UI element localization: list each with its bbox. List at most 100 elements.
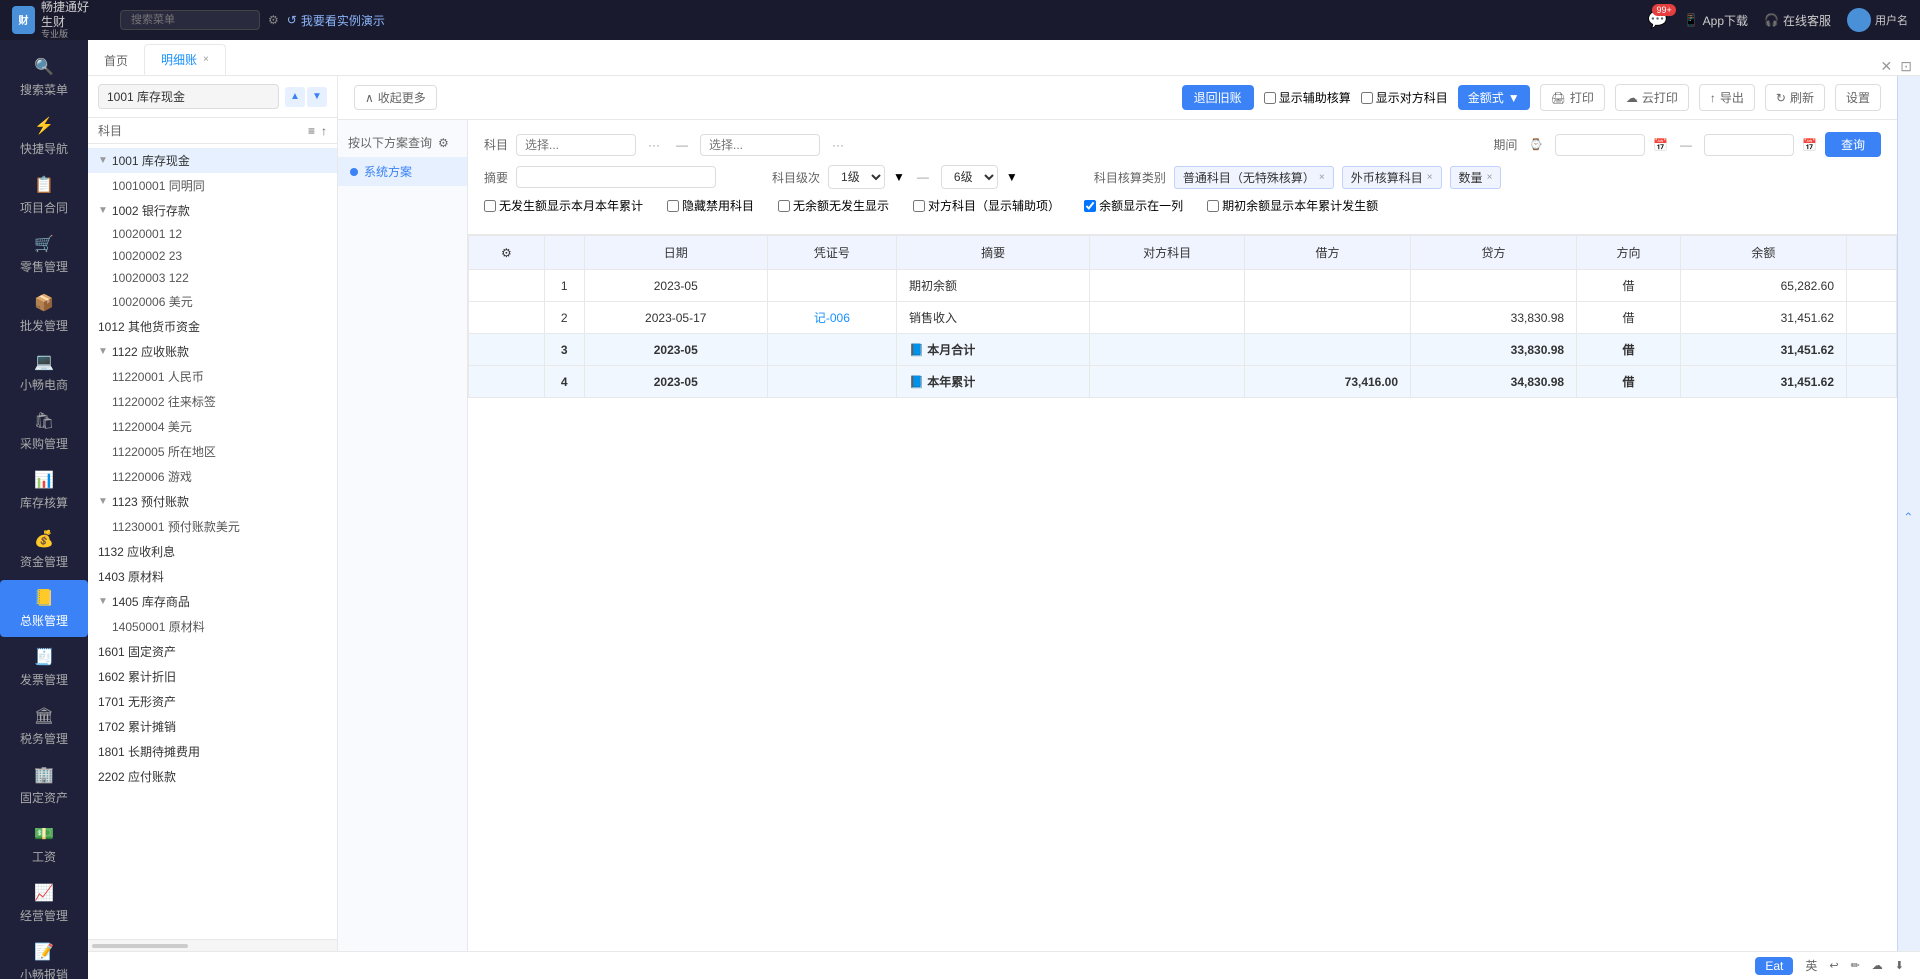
window-maximize-icon[interactable]: ⊡ (1900, 58, 1912, 75)
tree-item-1702[interactable]: 1702 累计摊销 (88, 714, 337, 739)
tab-close-icon[interactable]: × (203, 54, 209, 65)
tree-item-11230001[interactable]: 11230001 预付账款美元 (88, 514, 337, 539)
tree-item-11220001[interactable]: 11220001 人民币 (88, 364, 337, 389)
sidebar-item-purchase[interactable]: 🛍 采购管理 (0, 403, 88, 460)
tree-scrollbar[interactable] (88, 939, 337, 951)
download-icon[interactable]: ⬇ (1895, 959, 1904, 972)
cell-voucher-2[interactable]: 记-006 (767, 302, 896, 334)
expand-more-btn[interactable]: ∧ 收起更多 (354, 85, 437, 110)
settings-btn[interactable]: 设置 (1835, 84, 1881, 111)
user-avatar[interactable]: 用户名 (1847, 8, 1908, 32)
tree-item-11220005[interactable]: 11220005 所在地区 (88, 439, 337, 464)
sidebar-item-ecommerce[interactable]: 💻 小畅电商 (0, 344, 88, 401)
check-balance-col[interactable]: 余额显示在一列 (1084, 197, 1183, 214)
tag-normal[interactable]: 普通科目（无特殊核算） × (1174, 166, 1334, 189)
refresh-btn[interactable]: ↻ 刷新 (1765, 84, 1825, 111)
check-hide-disabled-input[interactable] (667, 200, 679, 212)
query-settings-icon[interactable]: ⚙ (438, 136, 449, 150)
tree-item-10020003[interactable]: 10020003 122 (88, 267, 337, 289)
col-settings[interactable]: ⚙ (469, 236, 545, 270)
search-input[interactable] (120, 10, 260, 30)
summary-input[interactable] (516, 166, 716, 188)
tree-item-10020006[interactable]: 10020006 美元 (88, 289, 337, 314)
sidebar-item-operations[interactable]: 📈 经营管理 (0, 875, 88, 932)
tree-item-1602[interactable]: 1602 累计折旧 (88, 664, 337, 689)
show-auxiliary-check[interactable]: 显示辅助核算 (1264, 89, 1351, 106)
check-opening-input[interactable] (1207, 200, 1219, 212)
settings-icon[interactable]: ⚙ (268, 13, 279, 27)
tree-item-1012[interactable]: 1012 其他货币资金 (88, 314, 337, 339)
subject-end-input[interactable] (700, 134, 820, 156)
sidebar-item-report[interactable]: 📝 小畅报销 (0, 934, 88, 979)
tree-item-11220004[interactable]: 11220004 美元 (88, 414, 337, 439)
tree-item-10020002[interactable]: 10020002 23 (88, 245, 337, 267)
tree-item-1001[interactable]: ▼ 1001 库存现金 (88, 148, 337, 173)
online-service-btn[interactable]: 🎧 在线客服 (1764, 12, 1831, 29)
tree-item-1122[interactable]: ▼ 1122 应收账款 (88, 339, 337, 364)
window-close-icon[interactable]: ✕ (1881, 58, 1893, 75)
check-no-balance2-input[interactable] (778, 200, 790, 212)
tree-item-1601[interactable]: 1601 固定资产 (88, 639, 337, 664)
print-btn[interactable]: 🖨 打印 (1540, 84, 1605, 111)
sidebar-item-assets[interactable]: 🏢 固定资产 (0, 757, 88, 814)
tree-item-1701[interactable]: 1701 无形资产 (88, 689, 337, 714)
return-btn[interactable]: 退回旧账 (1182, 85, 1254, 110)
level-end-select[interactable]: 6级 (941, 165, 998, 189)
nav-down-btn[interactable]: ▼ (307, 87, 327, 107)
check-hide-disabled[interactable]: 隐藏禁用科目 (667, 197, 754, 214)
tag-foreign[interactable]: 外币核算科目 × (1342, 166, 1442, 189)
subject-input[interactable] (516, 134, 636, 156)
tree-item-1405[interactable]: ▼ 1405 库存商品 (88, 589, 337, 614)
sidebar-item-search[interactable]: 🔍 搜索菜单 (0, 49, 88, 106)
sidebar-item-wholesale[interactable]: 📦 批发管理 (0, 285, 88, 342)
sidebar-item-salary[interactable]: 💵 工资 (0, 816, 88, 873)
message-btn[interactable]: 💬 99+ (1648, 10, 1668, 30)
cloud-print-btn[interactable]: ☁ 云打印 (1615, 84, 1689, 111)
tree-item-14050001[interactable]: 14050001 原材料 (88, 614, 337, 639)
sidebar-item-ledger[interactable]: 📒 总账管理 (0, 580, 88, 637)
tree-item-11220006[interactable]: 11220006 游戏 (88, 464, 337, 489)
tree-item-1132[interactable]: 1132 应收利息 (88, 539, 337, 564)
table-settings-icon[interactable]: ⚙ (501, 246, 512, 260)
level-start-select[interactable]: 1级 (828, 165, 885, 189)
amount-style-btn[interactable]: 金额式 ▼ (1458, 85, 1530, 110)
nav-up-btn[interactable]: ▲ (285, 87, 305, 107)
export-btn[interactable]: ↑ 导出 (1699, 84, 1755, 111)
period-end-input[interactable]: 2023-05 (1704, 134, 1794, 156)
tree-item-1801[interactable]: 1801 长期待摊费用 (88, 739, 337, 764)
period-start-input[interactable]: 2023-05 (1555, 134, 1645, 156)
show-auxiliary-checkbox[interactable] (1264, 92, 1276, 104)
sidebar-item-inventory[interactable]: 📊 库存核算 (0, 462, 88, 519)
tag-close-icon-2[interactable]: × (1427, 172, 1433, 183)
tree-item-2202[interactable]: 2202 应付账款 (88, 764, 337, 789)
tree-item-10020001[interactable]: 10020001 12 (88, 223, 337, 245)
tree-item-1403[interactable]: 1403 原材料 (88, 564, 337, 589)
tag-quantity[interactable]: 数量 × (1450, 166, 1502, 189)
back-icon[interactable]: ↩ (1829, 959, 1838, 972)
sidebar-item-invoice[interactable]: 🧾 发票管理 (0, 639, 88, 696)
lang-btn[interactable]: 英 (1805, 957, 1817, 974)
toolbar-sort-icon[interactable]: ↑ (321, 124, 327, 138)
tree-item-11220002[interactable]: 11220002 往来标签 (88, 389, 337, 414)
query-btn[interactable]: 查询 (1825, 132, 1881, 157)
collapse-btn[interactable]: ‹ (1897, 76, 1920, 951)
tag-close-icon-3[interactable]: × (1487, 172, 1493, 183)
tab-detail[interactable]: 明细账 × (144, 44, 226, 75)
check-opposite[interactable]: 对方科目（显示辅助项） (913, 197, 1060, 214)
app-download-btn[interactable]: 📱 App下载 (1684, 12, 1748, 29)
edit-icon[interactable]: ✏ (1851, 959, 1860, 972)
eat-btn[interactable]: Eat (1755, 957, 1793, 975)
query-method-system[interactable]: 系统方案 (338, 157, 467, 186)
demo-link[interactable]: ↺ 我要看实例演示 (287, 12, 385, 29)
sidebar-item-retail[interactable]: 🛒 零售管理 (0, 226, 88, 283)
sidebar-item-project[interactable]: 📋 项目合同 (0, 167, 88, 224)
tree-item-1123[interactable]: ▼ 1123 预付账款 (88, 489, 337, 514)
account-selector[interactable]: 1001 库存现金 (98, 84, 279, 109)
check-no-balance2[interactable]: 无余额无发生显示 (778, 197, 889, 214)
tab-home[interactable]: 首页 (88, 46, 144, 75)
show-opposite-check[interactable]: 显示对方科目 (1361, 89, 1448, 106)
sidebar-item-quick-nav[interactable]: ⚡ 快捷导航 (0, 108, 88, 165)
tree-item-1002[interactable]: ▼ 1002 银行存款 (88, 198, 337, 223)
check-balance-col-input[interactable] (1084, 200, 1096, 212)
toolbar-list-icon[interactable]: ≡ (308, 124, 315, 138)
